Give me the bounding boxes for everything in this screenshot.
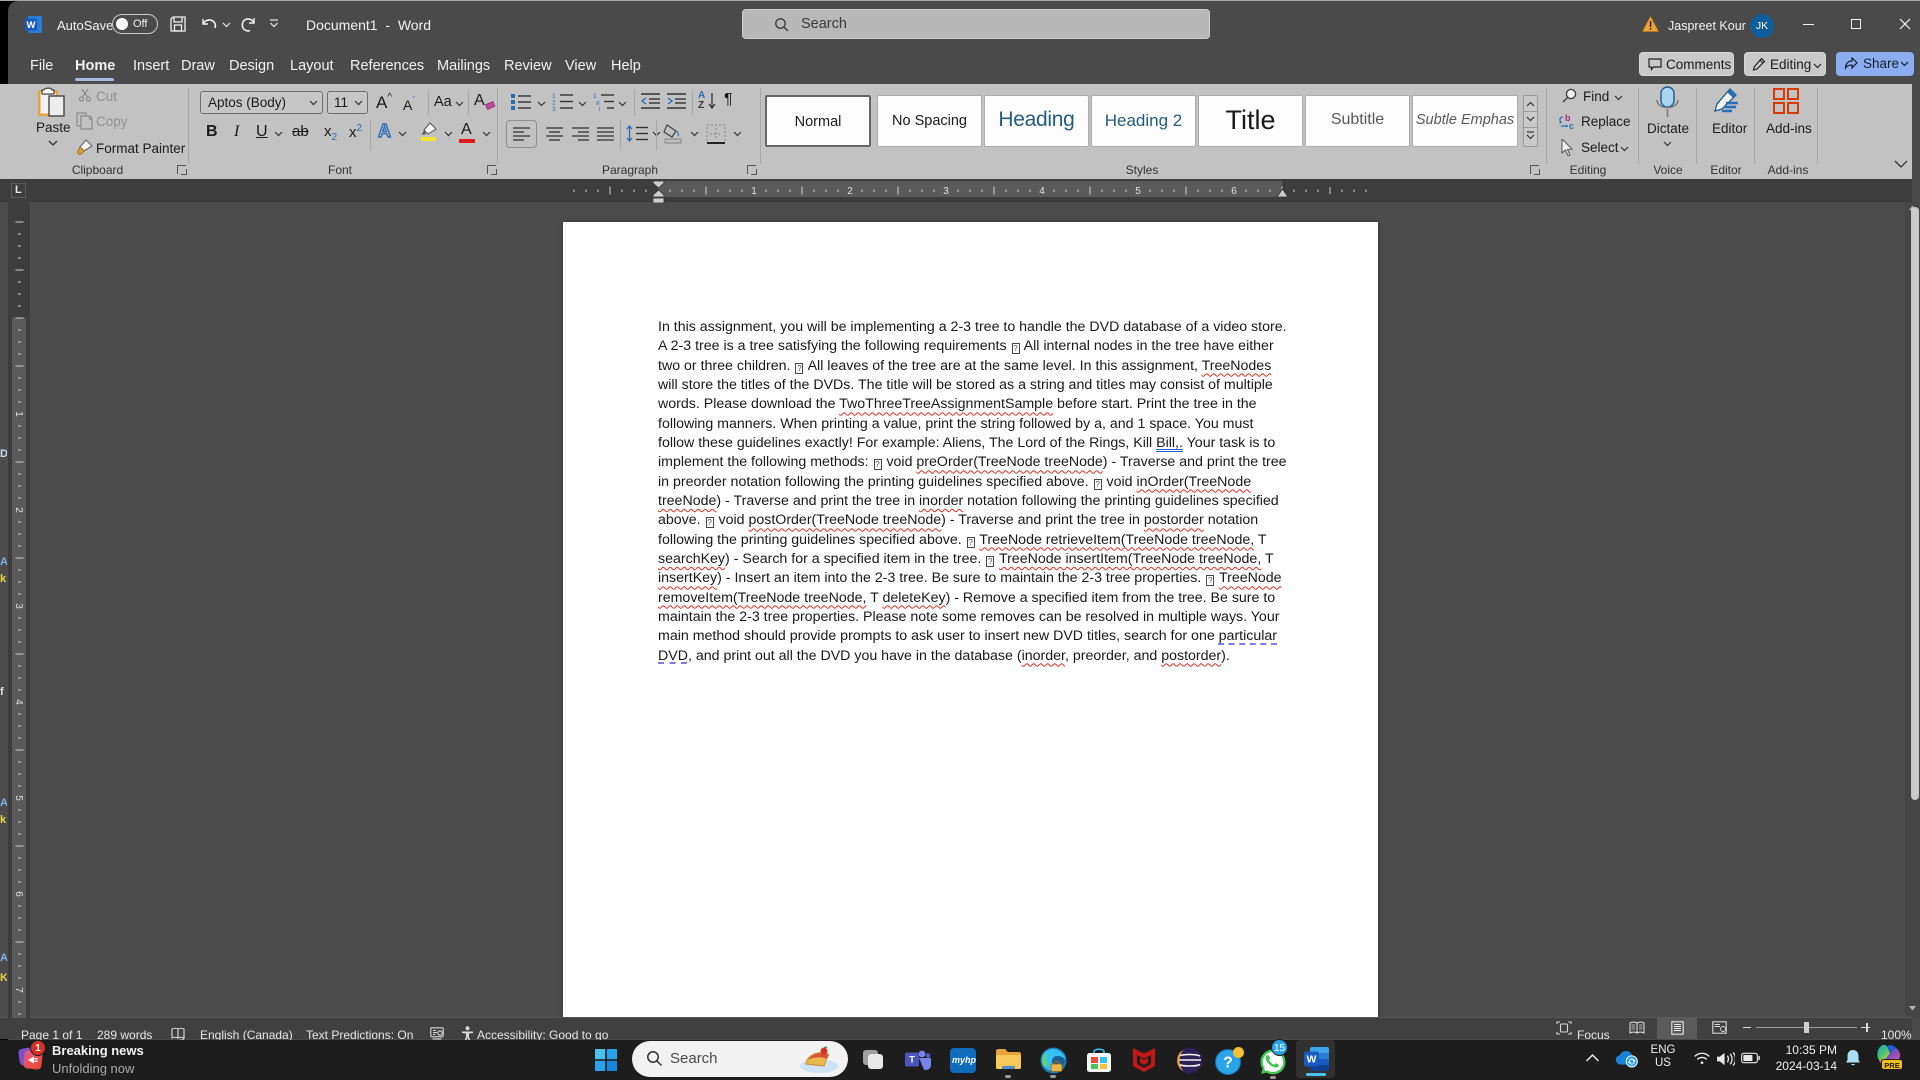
svg-text:c: c <box>1569 121 1574 131</box>
svg-text:6: 6 <box>1231 186 1237 197</box>
svg-text:4: 4 <box>1039 186 1045 197</box>
svg-text:W: W <box>1307 1054 1317 1066</box>
svg-text:7: 7 <box>13 987 24 993</box>
svg-text:3: 3 <box>943 186 949 197</box>
svg-text:1: 1 <box>751 186 757 197</box>
svg-text:5: 5 <box>1135 186 1141 197</box>
svg-text:i: i <box>599 106 600 111</box>
svg-text:T: T <box>909 1055 915 1066</box>
svg-text:5: 5 <box>13 795 24 801</box>
svg-text:4: 4 <box>13 699 24 705</box>
svg-text:W: W <box>27 20 36 31</box>
svg-text:2: 2 <box>13 507 24 513</box>
svg-text:?: ? <box>1223 1055 1233 1072</box>
svg-text:1: 1 <box>13 411 24 417</box>
svg-text:2: 2 <box>847 186 853 197</box>
svg-text:3: 3 <box>552 106 556 111</box>
svg-text:6: 6 <box>13 891 24 897</box>
svg-text:3: 3 <box>13 603 24 609</box>
